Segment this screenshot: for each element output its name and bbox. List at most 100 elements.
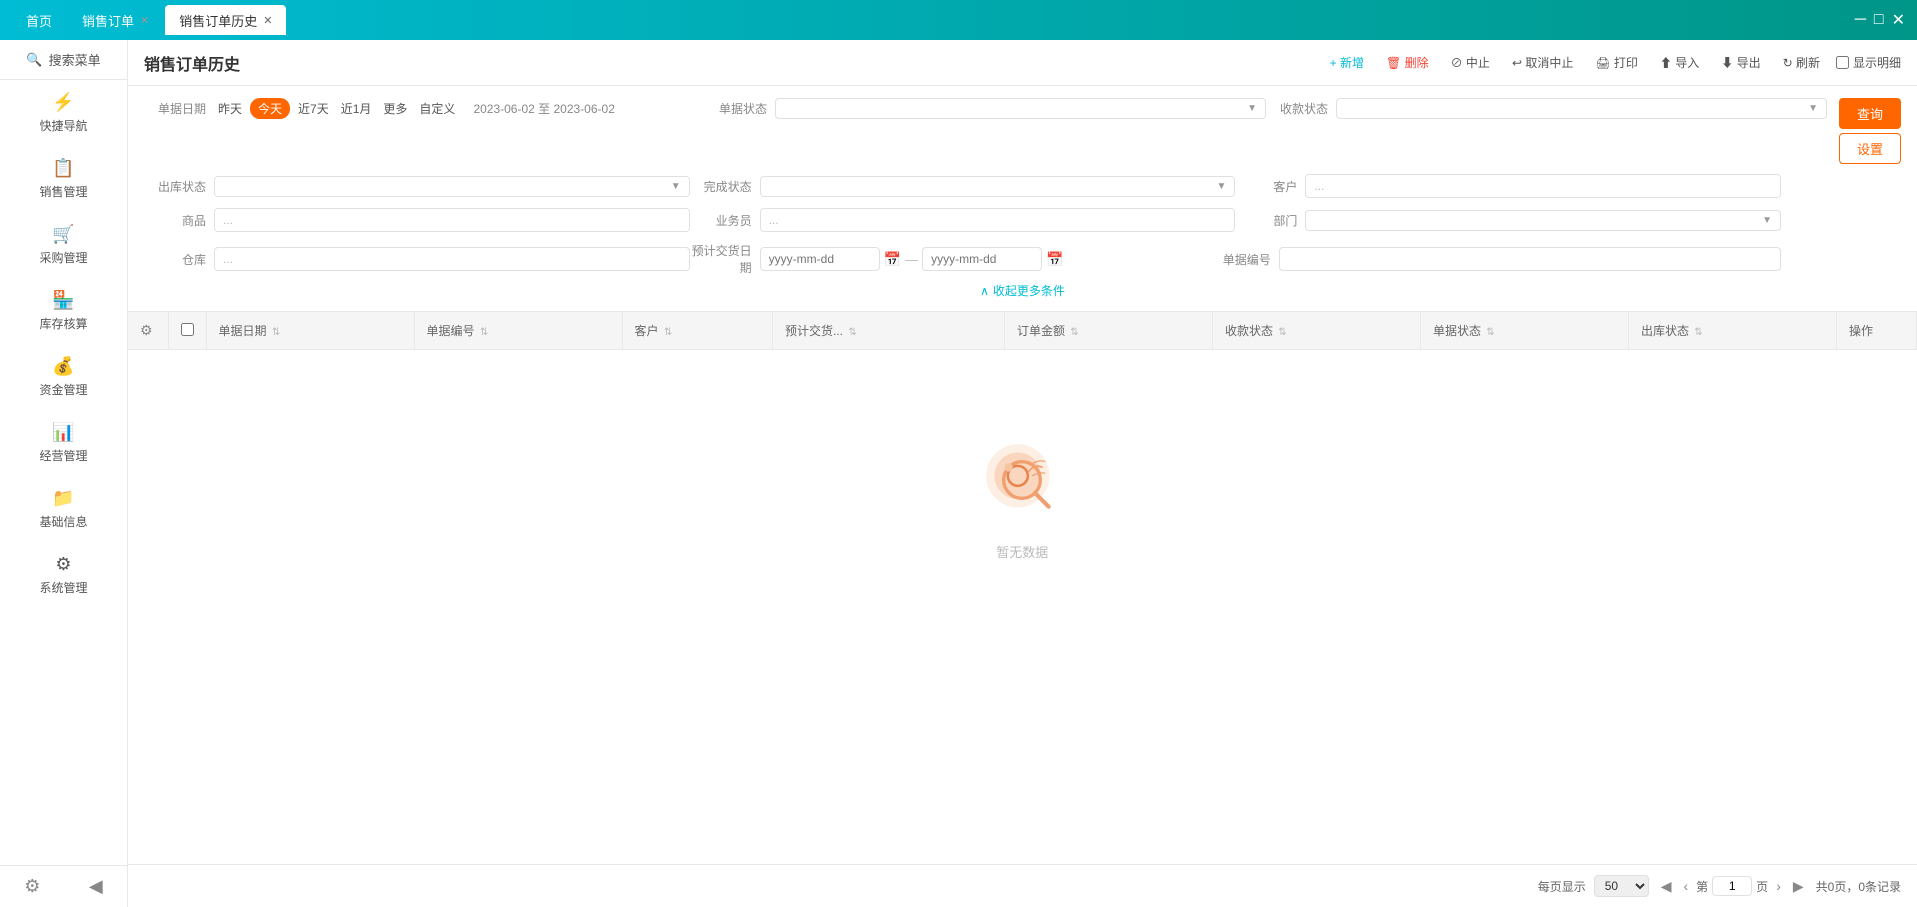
window-close[interactable]: ✕ xyxy=(1892,10,1905,30)
sidebar-settings-icon[interactable]: ⚙ xyxy=(24,876,40,897)
delivery-date-start[interactable] xyxy=(760,247,880,271)
tab-sales-order-label: 销售订单 xyxy=(82,11,134,30)
date-btn-yesterday[interactable]: 昨天 xyxy=(214,98,246,119)
cancel-stop-button[interactable]: ↩ 取消中止 xyxy=(1506,50,1579,75)
status-select[interactable]: ▼ xyxy=(775,98,1266,119)
th-order-status[interactable]: 单据状态 ⇅ xyxy=(1420,312,1628,350)
page-size-select[interactable]: 50 20 100 xyxy=(1594,875,1649,897)
date-range-display: 2023-06-02 至 2023-06-02 xyxy=(473,100,614,117)
out-status-select[interactable]: ▼ xyxy=(214,176,690,197)
filter-settings-button[interactable]: 设置 xyxy=(1839,133,1901,164)
last-page-button[interactable]: ▶ xyxy=(1789,876,1808,897)
th-out-status[interactable]: 出库状态 ⇅ xyxy=(1628,312,1836,350)
date-btn-1month[interactable]: 近1月 xyxy=(337,98,376,119)
quick-nav-icon: ⚡ xyxy=(52,92,74,113)
sidebar-item-inventory[interactable]: 🏪 库存核算 xyxy=(0,278,127,344)
refresh-button[interactable]: ↻ 刷新 xyxy=(1777,50,1826,75)
tab-sales-order-close[interactable]: ✕ xyxy=(140,14,149,27)
sidebar-item-purchase-mgmt[interactable]: 🛒 采购管理 xyxy=(0,212,127,278)
sidebar-item-sales-mgmt[interactable]: 📋 销售管理 xyxy=(0,146,127,212)
complete-status-select[interactable]: ▼ xyxy=(760,176,1236,197)
prev-page-button[interactable]: ‹ xyxy=(1679,876,1692,896)
delivery-date-label: 预计交货日期 xyxy=(690,242,760,276)
collapse-button[interactable]: ∧ 收起更多条件 xyxy=(144,282,1901,299)
window-minimize[interactable]: ─ xyxy=(1855,11,1866,29)
basic-info-icon: 📁 xyxy=(52,488,74,509)
data-table: ⚙ 单据日期 ⇅ 单据编号 ⇅ xyxy=(128,312,1917,641)
purchase-mgmt-icon: 🛒 xyxy=(52,224,74,245)
table-settings-button[interactable]: ⚙ xyxy=(140,322,153,339)
sidebar-item-operations-label: 经营管理 xyxy=(39,447,87,464)
date-btn-more[interactable]: 更多 xyxy=(379,98,411,119)
sidebar-item-quick-nav[interactable]: ⚡ 快捷导航 xyxy=(0,80,127,146)
tab-sales-order-history-close[interactable]: ✕ xyxy=(263,14,272,27)
sidebar-item-finance[interactable]: 💰 资金管理 xyxy=(0,344,127,410)
table-header: ⚙ 单据日期 ⇅ 单据编号 ⇅ xyxy=(128,312,1917,350)
export-button[interactable]: ⬇ 导出 xyxy=(1715,50,1766,75)
th-customer-sort-icon: ⇅ xyxy=(664,327,672,338)
receipt-status-select[interactable]: ▼ xyxy=(1336,98,1827,119)
page-number-input[interactable] xyxy=(1712,876,1752,896)
print-button[interactable]: 🖨 打印 xyxy=(1589,50,1644,75)
query-button[interactable]: 查询 xyxy=(1839,98,1901,129)
sidebar-search[interactable]: 🔍 搜索菜单 xyxy=(0,40,127,80)
window-controls: ─ □ ✕ xyxy=(1855,10,1905,30)
th-out-status-sort-icon: ⇅ xyxy=(1694,327,1702,338)
customer-select[interactable]: ... xyxy=(1305,174,1781,198)
first-page-button[interactable]: ◀ xyxy=(1657,876,1676,897)
dept-select[interactable]: ▼ xyxy=(1305,210,1781,231)
tab-sales-order[interactable]: 销售订单 ✕ xyxy=(68,5,163,35)
date-btn-7days[interactable]: 近7天 xyxy=(294,98,333,119)
top-bar: 首页 销售订单 ✕ 销售订单历史 ✕ ─ □ ✕ xyxy=(0,0,1917,40)
import-button[interactable]: ⬆ 导入 xyxy=(1654,50,1705,75)
tab-sales-order-history[interactable]: 销售订单历史 ✕ xyxy=(165,5,286,35)
th-checkbox xyxy=(168,312,206,350)
sidebar-item-basic-info[interactable]: 📁 基础信息 xyxy=(0,476,127,542)
warehouse-select[interactable]: ... xyxy=(214,247,690,271)
customer-placeholder: ... xyxy=(1314,179,1772,193)
th-order-no-label: 单据编号 xyxy=(427,324,475,338)
select-all-checkbox[interactable] xyxy=(181,323,194,336)
th-ops-label: 操作 xyxy=(1849,324,1873,338)
th-delivery-date[interactable]: 预计交货... ⇅ xyxy=(772,312,1004,350)
th-date[interactable]: 单据日期 ⇅ xyxy=(206,312,414,350)
window-maximize[interactable]: □ xyxy=(1874,11,1884,29)
stop-button[interactable]: ⊘ 中止 xyxy=(1445,50,1496,75)
new-button[interactable]: + 新增 xyxy=(1324,50,1370,75)
display-detail-toggle: 显示明细 xyxy=(1836,54,1901,71)
tab-sales-order-history-label: 销售订单历史 xyxy=(179,11,257,30)
date-btn-today[interactable]: 今天 xyxy=(250,98,290,119)
next-page-button[interactable]: › xyxy=(1772,876,1785,896)
order-no-input[interactable] xyxy=(1279,247,1781,271)
product-label: 商品 xyxy=(144,212,214,229)
date-btn-custom[interactable]: 自定义 xyxy=(415,98,459,119)
sidebar-item-sys-mgmt[interactable]: ⚙ 系统管理 xyxy=(0,542,127,608)
display-detail-checkbox[interactable] xyxy=(1836,56,1849,69)
th-order-no[interactable]: 单据编号 ⇅ xyxy=(414,312,622,350)
page-header: 销售订单历史 + 新增 🗑 删除 ⊘ 中止 ↩ 取消中止 🖨 打印 ⬆ 导入 ⬇… xyxy=(128,40,1917,86)
th-amount[interactable]: 订单金额 ⇅ xyxy=(1004,312,1212,350)
th-customer[interactable]: 客户 ⇅ xyxy=(622,312,772,350)
warehouse-placeholder: ... xyxy=(223,252,681,266)
th-receipt-status[interactable]: 收款状态 ⇅ xyxy=(1212,312,1420,350)
sidebar-bottom: ⚙ ◀ xyxy=(0,865,127,907)
tab-home[interactable]: 首页 xyxy=(12,5,66,35)
date-quick-buttons: 昨天 今天 近7天 近1月 更多 自定义 xyxy=(214,98,459,119)
sidebar-collapse-icon[interactable]: ◀ xyxy=(89,876,103,897)
product-select[interactable]: ... xyxy=(214,208,690,232)
page-size-label: 每页显示 xyxy=(1538,878,1586,895)
receipt-status-arrow-icon: ▼ xyxy=(1808,103,1818,114)
out-status-arrow-icon: ▼ xyxy=(671,181,681,192)
sales-person-select[interactable]: ... xyxy=(760,208,1236,232)
main-layout: 🔍 搜索菜单 ⚡ 快捷导航 📋 销售管理 🛒 采购管理 🏪 库存核算 💰 资金管… xyxy=(0,40,1917,907)
sidebar-item-operations[interactable]: 📊 经营管理 xyxy=(0,410,127,476)
delivery-date-end[interactable] xyxy=(922,247,1042,271)
delete-button[interactable]: 🗑 删除 xyxy=(1380,50,1435,75)
th-out-status-label: 出库状态 xyxy=(1641,324,1689,338)
empty-icon xyxy=(972,430,1072,530)
cal-start-icon[interactable]: 📅 xyxy=(884,251,901,268)
th-delivery-date-sort-icon: ⇅ xyxy=(848,327,856,338)
sidebar-item-finance-label: 资金管理 xyxy=(39,381,87,398)
warehouse-label: 仓库 xyxy=(144,251,214,268)
cal-end-icon[interactable]: 📅 xyxy=(1046,251,1063,268)
